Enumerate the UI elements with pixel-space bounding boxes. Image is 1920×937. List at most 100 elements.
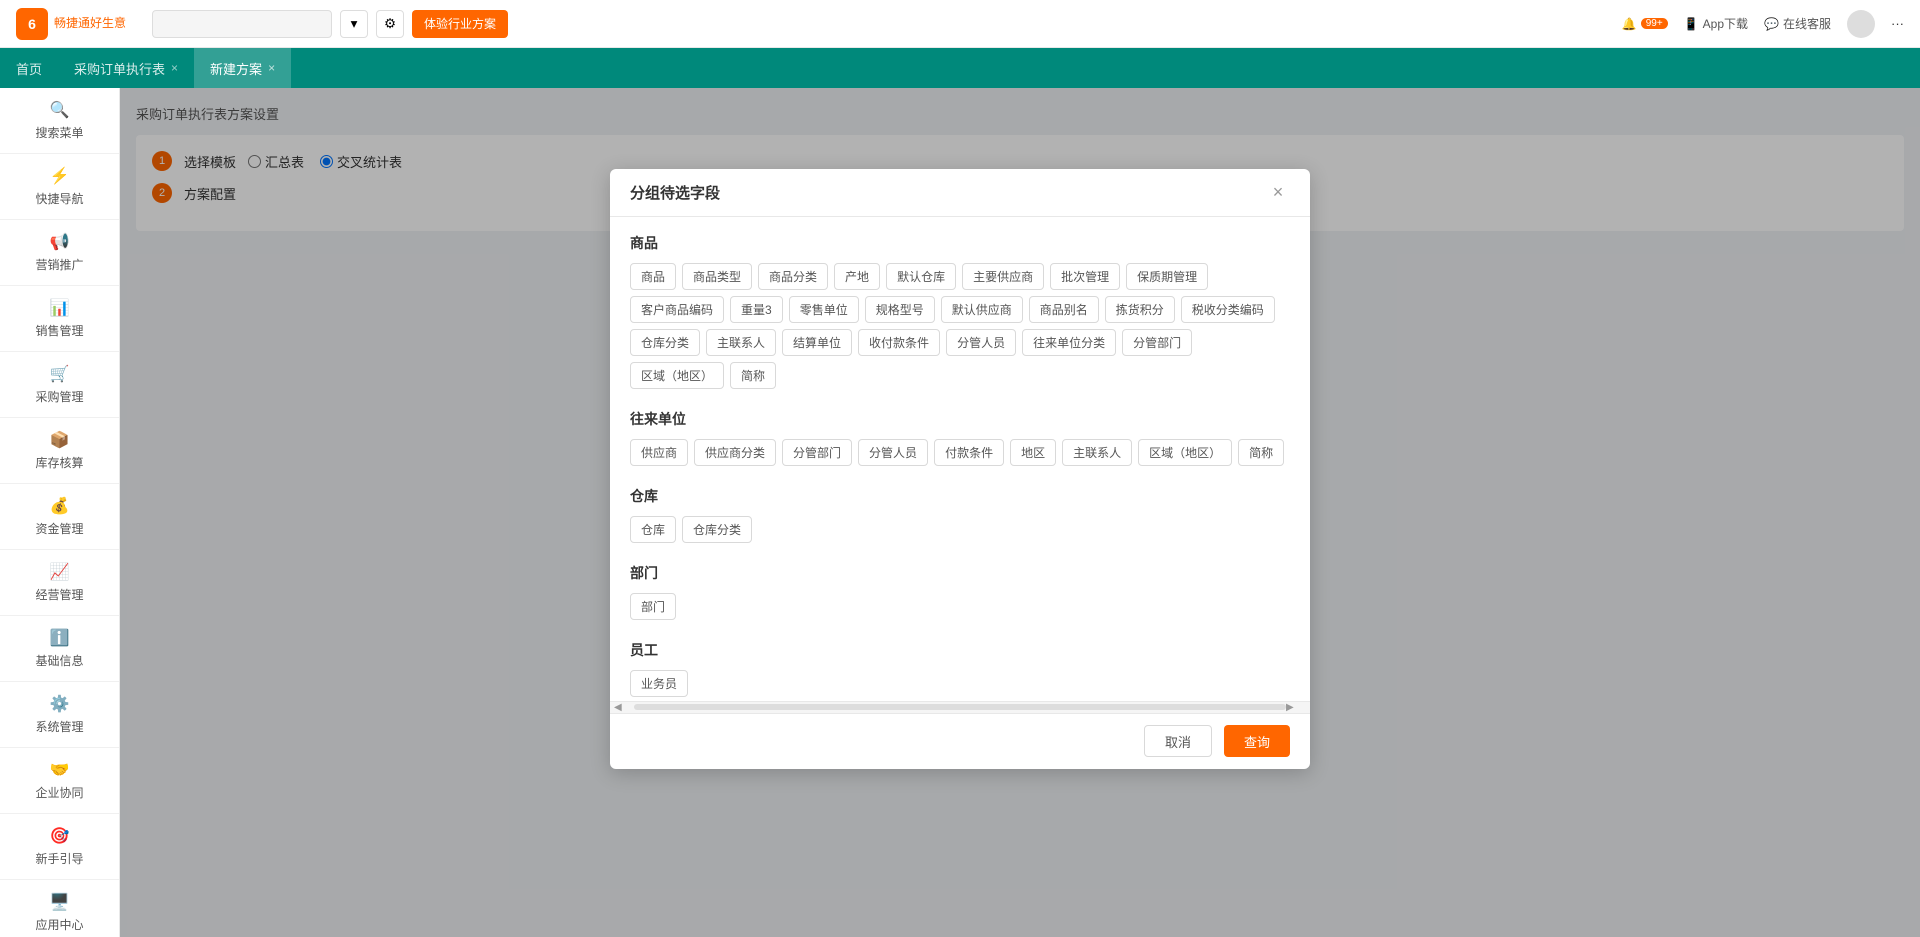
newbie-icon: 🎯 [50, 826, 70, 846]
operations-icon: 📈 [50, 562, 70, 582]
field-tag-main-supplier[interactable]: 主要供应商 [962, 263, 1044, 290]
sidebar-item-marketing[interactable]: 📢 营销推广 [0, 220, 119, 286]
field-tag-region[interactable]: 区域（地区） [630, 362, 724, 389]
section-product-title: 商品 [630, 233, 1290, 253]
sidebar-item-quicknav[interactable]: ⚡ 快捷导航 [0, 154, 119, 220]
field-tag-wh-category[interactable]: 仓库分类 [682, 516, 752, 543]
sales-icon: 📊 [50, 298, 70, 318]
confirm-button[interactable]: 查询 [1224, 725, 1290, 757]
field-tag-default-supplier[interactable]: 默认供应商 [941, 296, 1023, 323]
warehouse-field-tags: 仓库 仓库分类 [630, 516, 1290, 543]
field-tag-product-alias[interactable]: 商品别名 [1029, 296, 1099, 323]
field-tag-product-type[interactable]: 商品类型 [682, 263, 752, 290]
field-tag-payment-cond[interactable]: 付款条件 [934, 439, 1004, 466]
sidebar-item-basics[interactable]: ℹ️ 基础信息 [0, 616, 119, 682]
search-dropdown-button[interactable]: ▾ [340, 10, 368, 38]
tab-bar: 首页 采购订单执行表 × 新建方案 × [0, 48, 1920, 88]
field-tag-region2[interactable]: 区域（地区） [1138, 439, 1232, 466]
section-employee-title: 员工 [630, 640, 1290, 660]
sidebar-item-operations[interactable]: 📈 经营管理 [0, 550, 119, 616]
section-warehouse-title: 仓库 [630, 486, 1290, 506]
field-tag-short-name[interactable]: 简称 [730, 362, 776, 389]
modal-header: 分组待选字段 × [610, 169, 1310, 217]
modal-horizontal-scrollbar[interactable]: ◀ ▶ [610, 701, 1310, 713]
field-tag-customer-product-code[interactable]: 客户商品编码 [630, 296, 724, 323]
field-tag-pick-points[interactable]: 拣货积分 [1105, 296, 1175, 323]
hscroll-left-btn[interactable]: ◀ [614, 702, 634, 713]
section-product: 商品 商品 商品类型 商品分类 产地 默认仓库 主要供应商 批次管理 保质期管理… [630, 233, 1290, 389]
settings-button[interactable]: ⚙ [376, 10, 404, 38]
field-tag-retail-unit[interactable]: 零售单位 [789, 296, 859, 323]
sidebar-item-app-center[interactable]: 🖥️ 应用中心 [0, 880, 119, 937]
field-tag-warehouse-category[interactable]: 仓库分类 [630, 329, 700, 356]
tab-close-purchase[interactable]: × [171, 61, 178, 75]
app-center-icon: 🖥️ [50, 892, 70, 912]
avatar[interactable] [1847, 10, 1875, 38]
top-header: 6 畅捷通好生意 ▾ ⚙ 体验行业方案 🔔 99+ 📱 App下载 💬 在线客服… [0, 0, 1920, 48]
field-tag-main-contact[interactable]: 主联系人 [706, 329, 776, 356]
field-tag-spec-model[interactable]: 规格型号 [865, 296, 935, 323]
collab-icon: 🤝 [50, 760, 70, 780]
cancel-button[interactable]: 取消 [1144, 725, 1212, 757]
header-right: 🔔 99+ 📱 App下载 💬 在线客服 ··· [1622, 10, 1904, 38]
try-plan-button[interactable]: 体验行业方案 [412, 10, 508, 38]
field-tag-wh[interactable]: 仓库 [630, 516, 676, 543]
sidebar-item-purchase[interactable]: 🛒 采购管理 [0, 352, 119, 418]
notification-item[interactable]: 🔔 99+ [1622, 17, 1668, 31]
field-tag-salesperson[interactable]: 业务员 [630, 670, 688, 697]
field-tag-shelf-life[interactable]: 保质期管理 [1126, 263, 1208, 290]
inventory-icon: 📦 [50, 430, 70, 450]
field-tag-tax-code[interactable]: 税收分类编码 [1181, 296, 1275, 323]
field-tag-partner-manager[interactable]: 分管人员 [858, 439, 928, 466]
field-tag-supplier-category[interactable]: 供应商分类 [694, 439, 776, 466]
field-tag-department[interactable]: 部门 [630, 593, 676, 620]
tab-home[interactable]: 首页 [0, 48, 58, 88]
section-partner-title: 往来单位 [630, 409, 1290, 429]
hscroll-right-btn[interactable]: ▶ [1286, 702, 1306, 713]
field-tag-manager[interactable]: 分管人员 [946, 329, 1016, 356]
modal-close-button[interactable]: × [1266, 180, 1290, 204]
finance-icon: 💰 [50, 496, 70, 516]
tab-purchase-order[interactable]: 采购订单执行表 × [58, 48, 194, 88]
field-tag-area[interactable]: 地区 [1010, 439, 1056, 466]
marketing-icon: 📢 [50, 232, 70, 252]
notification-badge: 99+ [1641, 18, 1668, 29]
sidebar-item-finance[interactable]: 💰 资金管理 [0, 484, 119, 550]
field-tag-product-category[interactable]: 商品分类 [758, 263, 828, 290]
basics-icon: ℹ️ [50, 628, 70, 648]
field-tag-batch-manage[interactable]: 批次管理 [1050, 263, 1120, 290]
purchase-icon: 🛒 [50, 364, 70, 384]
field-tag-product[interactable]: 商品 [630, 263, 676, 290]
sidebar-item-system[interactable]: ⚙️ 系统管理 [0, 682, 119, 748]
department-field-tags: 部门 [630, 593, 1290, 620]
field-select-modal: 分组待选字段 × 商品 商品 商品类型 商品分类 产地 默认仓库 主要供应商 批… [610, 169, 1310, 769]
field-tag-settlement-unit[interactable]: 结算单位 [782, 329, 852, 356]
section-department-title: 部门 [630, 563, 1290, 583]
field-tag-default-warehouse[interactable]: 默认仓库 [886, 263, 956, 290]
search-icon: 🔍 [50, 100, 70, 120]
notification-icon: 🔔 [1622, 17, 1637, 31]
sidebar-item-collab[interactable]: 🤝 企业协同 [0, 748, 119, 814]
sidebar-item-search[interactable]: 🔍 搜索菜单 [0, 88, 119, 154]
sidebar-item-sales[interactable]: 📊 销售管理 [0, 286, 119, 352]
sidebar-item-newbie[interactable]: 🎯 新手引导 [0, 814, 119, 880]
field-tag-weight3[interactable]: 重量3 [730, 296, 783, 323]
modal-title: 分组待选字段 [630, 182, 720, 203]
online-service-item[interactable]: 💬 在线客服 [1764, 15, 1831, 32]
logo-icon: 6 [16, 8, 48, 40]
search-input[interactable] [152, 10, 332, 38]
app-download-item[interactable]: 📱 App下载 [1684, 15, 1748, 32]
field-tag-dept[interactable]: 分管部门 [1122, 329, 1192, 356]
system-icon: ⚙️ [50, 694, 70, 714]
field-tag-supplier[interactable]: 供应商 [630, 439, 688, 466]
tab-new-plan[interactable]: 新建方案 × [194, 48, 291, 88]
employee-field-tags: 业务员 [630, 670, 1290, 697]
field-tag-origin[interactable]: 产地 [834, 263, 880, 290]
field-tag-abbr[interactable]: 简称 [1238, 439, 1284, 466]
field-tag-contact[interactable]: 主联系人 [1062, 439, 1132, 466]
field-tag-payment-terms[interactable]: 收付款条件 [858, 329, 940, 356]
sidebar-item-inventory[interactable]: 📦 库存核算 [0, 418, 119, 484]
field-tag-partner-dept[interactable]: 分管部门 [782, 439, 852, 466]
field-tag-partner-category[interactable]: 往来单位分类 [1022, 329, 1116, 356]
tab-close-new-plan[interactable]: × [268, 61, 275, 75]
